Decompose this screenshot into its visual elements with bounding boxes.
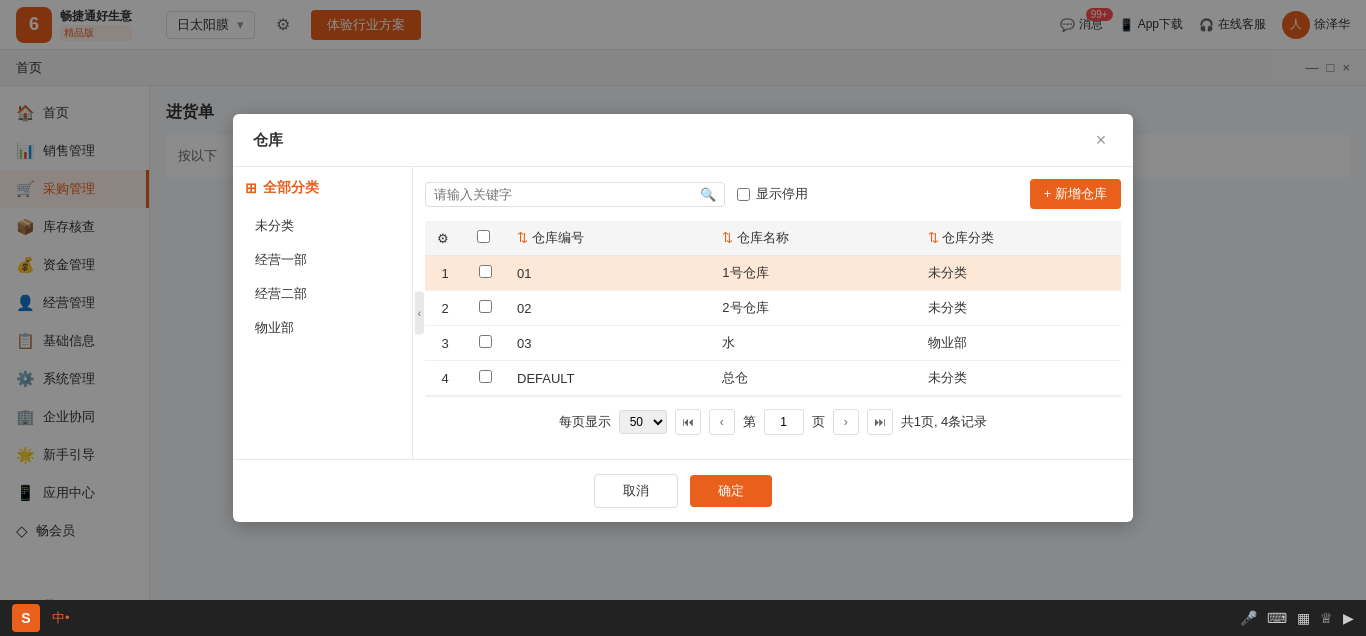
first-page-button[interactable]: ⏮	[675, 409, 701, 435]
taskbar-brand: 中•	[52, 609, 70, 627]
last-page-button[interactable]: ⏭	[867, 409, 893, 435]
col-checkbox	[465, 221, 505, 256]
row-checkbox[interactable]	[479, 370, 492, 383]
cell-checkbox[interactable]	[465, 291, 505, 326]
show-disabled-checkbox[interactable]: 显示停用	[737, 185, 808, 203]
table-row[interactable]: 3 03 水 物业部	[425, 326, 1121, 361]
category-header[interactable]: ⊞ 全部分类	[245, 179, 400, 197]
sort-name-icon[interactable]: ⇅	[722, 230, 733, 245]
confirm-button[interactable]: 确定	[690, 475, 772, 507]
cell-name: 2号仓库	[710, 291, 915, 326]
col-code: ⇅ 仓库编号	[505, 221, 710, 256]
cell-name: 总仓	[710, 361, 915, 396]
sort-code-icon[interactable]: ⇅	[517, 230, 528, 245]
col-gear: ⚙	[425, 221, 465, 256]
taskbar-logo: S	[12, 604, 40, 632]
modal-title: 仓库	[253, 131, 283, 150]
taskbar-crown-icon[interactable]: ♕	[1320, 610, 1333, 626]
modal-header: 仓库 ×	[233, 114, 1133, 167]
row-checkbox[interactable]	[479, 335, 492, 348]
search-box: 🔍	[425, 182, 725, 207]
cell-code: 03	[505, 326, 710, 361]
taskbar-icons: 🎤 ⌨ ▦ ♕ ▶	[1240, 610, 1354, 626]
search-input[interactable]	[434, 187, 700, 202]
cell-category: 未分类	[916, 361, 1121, 396]
category-item-uncategorized[interactable]: 未分类	[245, 209, 400, 243]
page-unit: 页	[812, 413, 825, 431]
sort-category-icon[interactable]: ⇅	[928, 230, 939, 245]
row-checkbox[interactable]	[479, 300, 492, 313]
taskbar-grid-icon[interactable]: ▦	[1297, 610, 1310, 626]
modal-overlay: 仓库 × ⊞ 全部分类 未分类 经营一部 经营二部 物业部 ‹	[0, 0, 1366, 636]
total-info: 共1页, 4条记录	[901, 413, 988, 431]
cell-index: 4	[425, 361, 465, 396]
taskbar-keyboard-icon[interactable]: ⌨	[1267, 610, 1287, 626]
table-body: 1 01 1号仓库 未分类 2 02 2号仓库 未分类 3 03 水 物业部 4…	[425, 256, 1121, 396]
cell-checkbox[interactable]	[465, 326, 505, 361]
table-header-row: ⚙ ⇅ 仓库编号 ⇅ 仓库名称	[425, 221, 1121, 256]
all-category-label: 全部分类	[263, 179, 319, 197]
table-row[interactable]: 2 02 2号仓库 未分类	[425, 291, 1121, 326]
prev-page-button[interactable]: ‹	[709, 409, 735, 435]
table-row[interactable]: 4 DEFAULT 总仓 未分类	[425, 361, 1121, 396]
col-category: ⇅ 仓库分类	[916, 221, 1121, 256]
pagination-bar: 每页显示 50 ⏮ ‹ 第 页 › ⏭ 共1页, 4条记录	[425, 396, 1121, 447]
category-panel: ⊞ 全部分类 未分类 经营一部 经营二部 物业部 ‹	[233, 167, 413, 459]
cell-category: 未分类	[916, 291, 1121, 326]
modal-close-button[interactable]: ×	[1089, 128, 1113, 152]
new-warehouse-button[interactable]: + 新增仓库	[1030, 179, 1121, 209]
cancel-button[interactable]: 取消	[594, 474, 678, 508]
search-icon[interactable]: 🔍	[700, 187, 716, 202]
cell-code: 01	[505, 256, 710, 291]
cell-checkbox[interactable]	[465, 256, 505, 291]
per-page-label: 每页显示	[559, 413, 611, 431]
cell-category: 物业部	[916, 326, 1121, 361]
per-page-select[interactable]: 50	[619, 410, 667, 434]
cell-code: 02	[505, 291, 710, 326]
page-number-input[interactable]	[764, 409, 804, 435]
modal-body: ⊞ 全部分类 未分类 经营一部 经营二部 物业部 ‹ 🔍	[233, 167, 1133, 459]
cell-code: DEFAULT	[505, 361, 710, 396]
warehouse-table: ⚙ ⇅ 仓库编号 ⇅ 仓库名称	[425, 221, 1121, 396]
table-panel: 🔍 显示停用 + 新增仓库 ⚙	[413, 167, 1133, 459]
panel-collapse-button[interactable]: ‹	[415, 292, 424, 335]
table-row[interactable]: 1 01 1号仓库 未分类	[425, 256, 1121, 291]
cell-name: 1号仓库	[710, 256, 915, 291]
page-label: 第	[743, 413, 756, 431]
row-checkbox[interactable]	[479, 265, 492, 278]
cell-index: 1	[425, 256, 465, 291]
grid-icon: ⊞	[245, 180, 257, 196]
category-item-property[interactable]: 物业部	[245, 311, 400, 345]
cell-name: 水	[710, 326, 915, 361]
table-container: ⚙ ⇅ 仓库编号 ⇅ 仓库名称	[425, 221, 1121, 396]
category-item-ops1[interactable]: 经营一部	[245, 243, 400, 277]
taskbar-play-icon[interactable]: ▶	[1343, 610, 1354, 626]
taskbar-mic-icon[interactable]: 🎤	[1240, 610, 1257, 626]
table-toolbar: 🔍 显示停用 + 新增仓库	[425, 179, 1121, 209]
select-all-checkbox[interactable]	[477, 230, 490, 243]
cell-checkbox[interactable]	[465, 361, 505, 396]
col-name: ⇅ 仓库名称	[710, 221, 915, 256]
taskbar: S 中• 🎤 ⌨ ▦ ♕ ▶	[0, 600, 1366, 636]
modal-footer: 取消 确定	[233, 459, 1133, 522]
show-disabled-input[interactable]	[737, 188, 750, 201]
cell-index: 2	[425, 291, 465, 326]
warehouse-modal: 仓库 × ⊞ 全部分类 未分类 经营一部 经营二部 物业部 ‹	[233, 114, 1133, 522]
next-page-button[interactable]: ›	[833, 409, 859, 435]
category-item-ops2[interactable]: 经营二部	[245, 277, 400, 311]
cell-index: 3	[425, 326, 465, 361]
cell-category: 未分类	[916, 256, 1121, 291]
